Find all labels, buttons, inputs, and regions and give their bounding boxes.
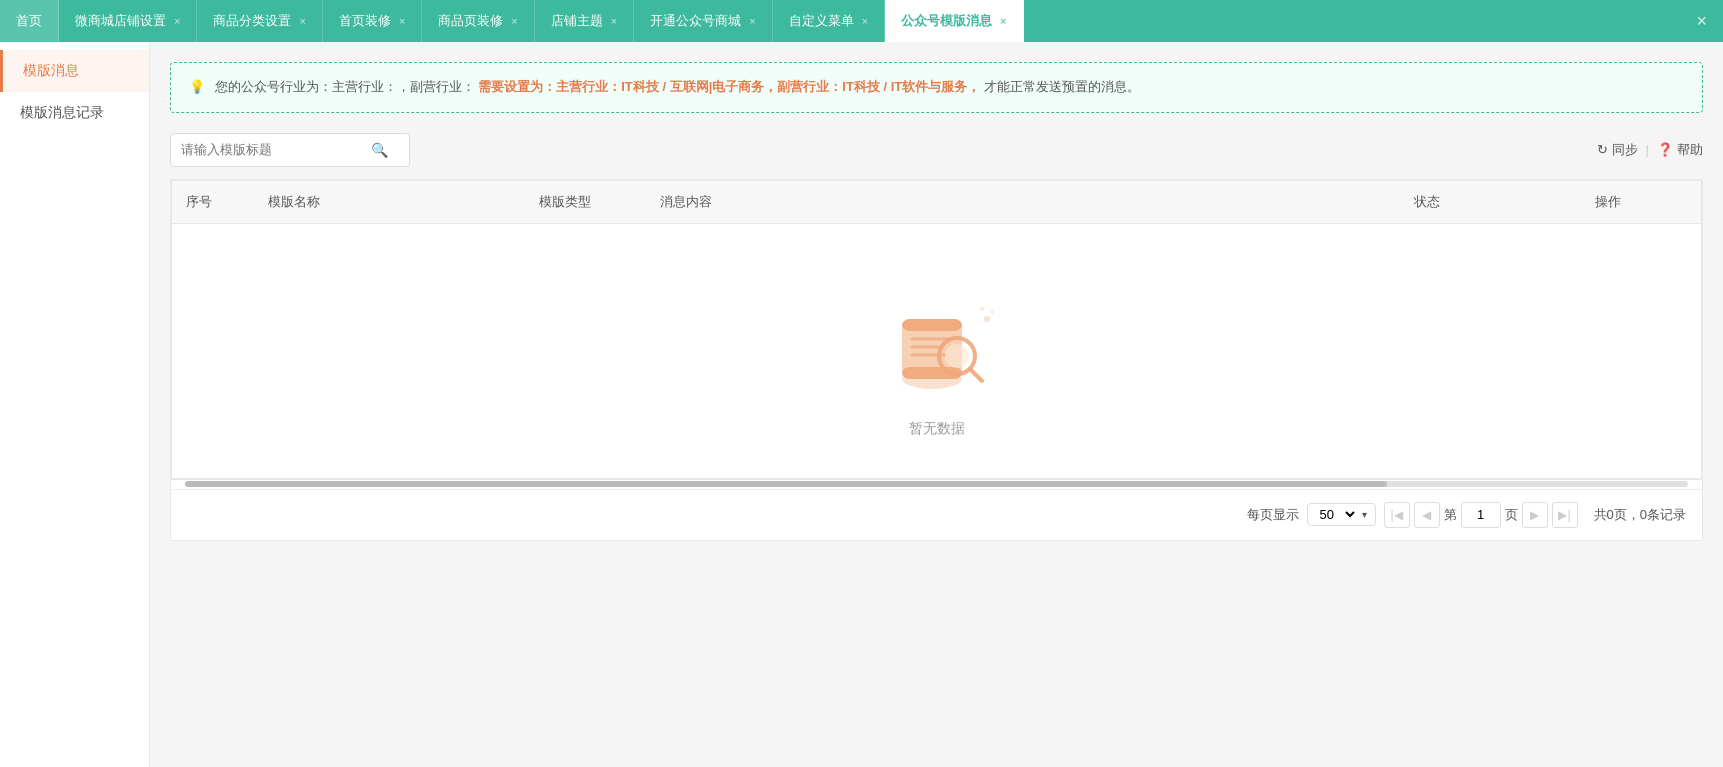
tab-public-template-close[interactable]: × — [1000, 15, 1006, 27]
tab-public-template[interactable]: 公众号模版消息 × — [885, 0, 1023, 42]
page-unit: 页 — [1505, 506, 1518, 524]
page-label: 第 — [1444, 506, 1457, 524]
chevron-down-icon: ▾ — [1362, 509, 1367, 520]
notice-highlight: 需要设置为：主营行业：IT科技 / 互联网|电子商务，副营行业：IT科技 / I… — [478, 79, 980, 94]
page-first-button[interactable]: |◀ — [1384, 502, 1410, 528]
svg-point-11 — [980, 307, 984, 311]
help-button[interactable]: ❓ 帮助 — [1657, 141, 1703, 159]
svg-rect-2 — [902, 319, 962, 331]
page-next-button[interactable]: ▶ — [1522, 502, 1548, 528]
sidebar-item-template-msg[interactable]: 模版消息 — [0, 50, 149, 92]
tab-shop-theme[interactable]: 店铺主题 × — [535, 0, 634, 42]
main-layout: 模版消息 模版消息记录 💡 您的公众号行业为：主营行业：，副营行业： 需要设置为… — [0, 42, 1723, 767]
tab-bar-global-close[interactable]: × — [1680, 11, 1723, 32]
notice-suffix: 才能正常发送预置的消息。 — [984, 79, 1140, 94]
search-input-wrap[interactable]: 🔍 — [170, 133, 410, 167]
tab-home[interactable]: 首页 — [0, 0, 59, 42]
tab-micro-shop-label: 微商城店铺设置 — [75, 12, 166, 30]
notice-prefix: 您的公众号行业为：主营行业：，副营行业： — [215, 79, 475, 94]
tab-public-template-label: 公众号模版消息 — [901, 12, 992, 30]
search-bar: 🔍 ↻ 同步 | ❓ 帮助 — [170, 133, 1703, 167]
sidebar: 模版消息 模版消息记录 — [0, 42, 150, 767]
tab-custom-menu-close[interactable]: × — [862, 15, 868, 27]
page-last-button[interactable]: ▶| — [1552, 502, 1578, 528]
search-icon[interactable]: 🔍 — [371, 142, 388, 158]
tab-product-decor[interactable]: 商品页装修 × — [422, 0, 534, 42]
page-number-input[interactable] — [1461, 502, 1501, 528]
tab-bar: 首页 微商城店铺设置 × 商品分类设置 × 首页装修 × 商品页装修 × 店铺主… — [0, 0, 1723, 42]
page-size-dropdown[interactable]: 50 10 20 100 — [1316, 506, 1358, 523]
col-type: 模版类型 — [525, 180, 646, 223]
help-icon: ❓ — [1657, 142, 1673, 157]
tab-home-decor-label: 首页装修 — [339, 12, 391, 30]
tab-open-public-mall-close[interactable]: × — [749, 15, 755, 27]
col-action: 操作 — [1581, 180, 1702, 223]
tab-product-category[interactable]: 商品分类设置 × — [197, 0, 322, 42]
sync-label: 同步 — [1612, 141, 1638, 159]
tab-open-public-mall-label: 开通公众号商城 — [650, 12, 741, 30]
tab-product-decor-label: 商品页装修 — [438, 12, 503, 30]
page-size-select[interactable]: 50 10 20 100 ▾ — [1307, 503, 1376, 526]
tab-home-decor-close[interactable]: × — [399, 15, 405, 27]
toolbar-divider: | — [1646, 142, 1649, 157]
svg-point-10 — [984, 316, 990, 322]
scrollbar-area — [171, 479, 1702, 489]
sync-icon: ↻ — [1597, 142, 1608, 157]
empty-illustration — [877, 284, 997, 404]
tab-product-decor-close[interactable]: × — [511, 15, 517, 27]
tab-micro-shop-close[interactable]: × — [174, 15, 180, 27]
page-input-wrap: 第 页 — [1444, 502, 1518, 528]
table-wrapper: 序号 模版名称 模版类型 消息内容 状态 操作 — [170, 179, 1703, 541]
pagination-controls: |◀ ◀ 第 页 ▶ ▶| — [1384, 502, 1578, 528]
data-table: 序号 模版名称 模版类型 消息内容 状态 操作 — [171, 180, 1702, 479]
tab-open-public-mall[interactable]: 开通公众号商城 × — [634, 0, 772, 42]
tab-product-category-close[interactable]: × — [299, 15, 305, 27]
tab-custom-menu-label: 自定义菜单 — [789, 12, 854, 30]
tab-shop-theme-label: 店铺主题 — [551, 12, 603, 30]
tab-home-label: 首页 — [16, 12, 42, 30]
empty-state-row: 暂无数据 — [172, 223, 1702, 478]
content-area: 💡 您的公众号行业为：主营行业：，副营行业： 需要设置为：主营行业：IT科技 /… — [150, 42, 1723, 767]
total-info: 共0页，0条记录 — [1594, 506, 1686, 524]
svg-line-9 — [970, 369, 982, 381]
svg-point-12 — [990, 310, 993, 313]
help-label: 帮助 — [1677, 141, 1703, 159]
tab-home-decor[interactable]: 首页装修 × — [323, 0, 422, 42]
scrollbar-track[interactable] — [185, 481, 1688, 487]
sidebar-item-template-msg-record[interactable]: 模版消息记录 — [0, 92, 149, 134]
tab-custom-menu[interactable]: 自定义菜单 × — [773, 0, 885, 42]
page-prev-button[interactable]: ◀ — [1414, 502, 1440, 528]
tab-micro-shop[interactable]: 微商城店铺设置 × — [59, 0, 197, 42]
col-index: 序号 — [172, 180, 254, 223]
svg-point-8 — [945, 344, 969, 368]
col-status: 状态 — [1400, 180, 1581, 223]
scrollbar-thumb[interactable] — [185, 481, 1387, 487]
notice-banner: 💡 您的公众号行业为：主营行业：，副营行业： 需要设置为：主营行业：IT科技 /… — [170, 62, 1703, 113]
search-input[interactable] — [181, 142, 371, 157]
tab-shop-theme-close[interactable]: × — [611, 15, 617, 27]
pagination-bar: 每页显示 50 10 20 100 ▾ |◀ ◀ 第 — [171, 489, 1702, 540]
tab-product-category-label: 商品分类设置 — [213, 12, 291, 30]
toolbar-right: ↻ 同步 | ❓ 帮助 — [1597, 141, 1703, 159]
notice-icon: 💡 — [189, 79, 205, 94]
col-name: 模版名称 — [254, 180, 525, 223]
empty-state: 暂无数据 — [172, 224, 1701, 478]
page-size-label: 每页显示 — [1247, 506, 1299, 524]
empty-text: 暂无数据 — [909, 420, 965, 438]
sync-button[interactable]: ↻ 同步 — [1597, 141, 1638, 159]
table-header-row: 序号 模版名称 模版类型 消息内容 状态 操作 — [172, 180, 1702, 223]
col-content: 消息内容 — [646, 180, 1400, 223]
